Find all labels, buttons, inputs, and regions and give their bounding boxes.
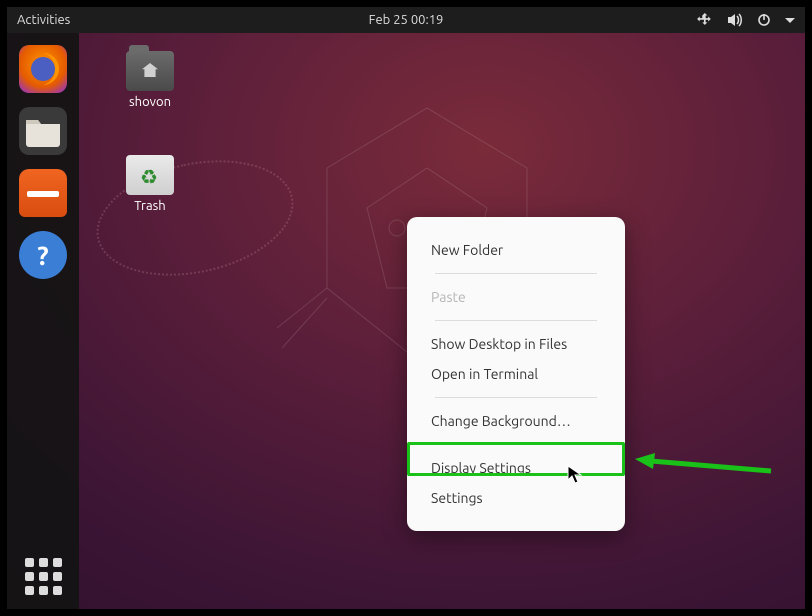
menu-item-settings[interactable]: Settings: [407, 483, 625, 513]
desktop-icon-home[interactable]: shovon: [115, 51, 185, 109]
dock-app-files[interactable]: [19, 107, 67, 155]
activities-button[interactable]: Activities: [17, 13, 70, 27]
folder-icon: [24, 114, 62, 148]
dock-app-ubuntu-software[interactable]: [19, 169, 67, 217]
menu-separator: [435, 273, 597, 274]
show-applications-button[interactable]: [25, 558, 62, 595]
menu-item-show-desktop-in-files[interactable]: Show Desktop in Files: [407, 329, 625, 359]
system-status-area[interactable]: [697, 13, 795, 27]
menu-separator: [435, 397, 597, 398]
top-bar: Activities Feb 25 00:19: [7, 7, 805, 33]
menu-item-new-folder[interactable]: New Folder: [407, 235, 625, 265]
dock: ?: [7, 33, 79, 609]
menu-item-paste: Paste: [407, 282, 625, 312]
menu-separator: [435, 444, 597, 445]
desktop-icon-label: Trash: [115, 199, 185, 213]
annotation-arrow: [633, 453, 773, 483]
volume-icon: [727, 13, 743, 27]
firefox-icon: [23, 49, 63, 89]
menu-item-display-settings[interactable]: Display Settings: [407, 453, 625, 483]
menu-item-open-in-terminal[interactable]: Open in Terminal: [407, 359, 625, 389]
desktop-icon-label: shovon: [115, 95, 185, 109]
clock[interactable]: Feb 25 00:19: [369, 13, 444, 27]
desktop-icon-trash[interactable]: ♻ Trash: [115, 155, 185, 213]
ubuntu-desktop-frame: Activities Feb 25 00:19: [7, 7, 805, 609]
network-icon: [697, 13, 713, 27]
home-folder-icon: [126, 51, 174, 91]
desktop-area[interactable]: ? shovon ♻ Trash New Folder Paste Show D…: [7, 33, 805, 609]
dock-app-firefox[interactable]: [19, 45, 67, 93]
desktop-context-menu: New Folder Paste Show Desktop in Files O…: [407, 217, 625, 531]
trash-icon: ♻: [126, 155, 174, 195]
menu-separator: [435, 320, 597, 321]
power-icon: [757, 13, 771, 27]
dock-app-help[interactable]: ?: [19, 231, 67, 279]
menu-item-change-background[interactable]: Change Background…: [407, 406, 625, 436]
chevron-down-icon: [785, 13, 795, 27]
